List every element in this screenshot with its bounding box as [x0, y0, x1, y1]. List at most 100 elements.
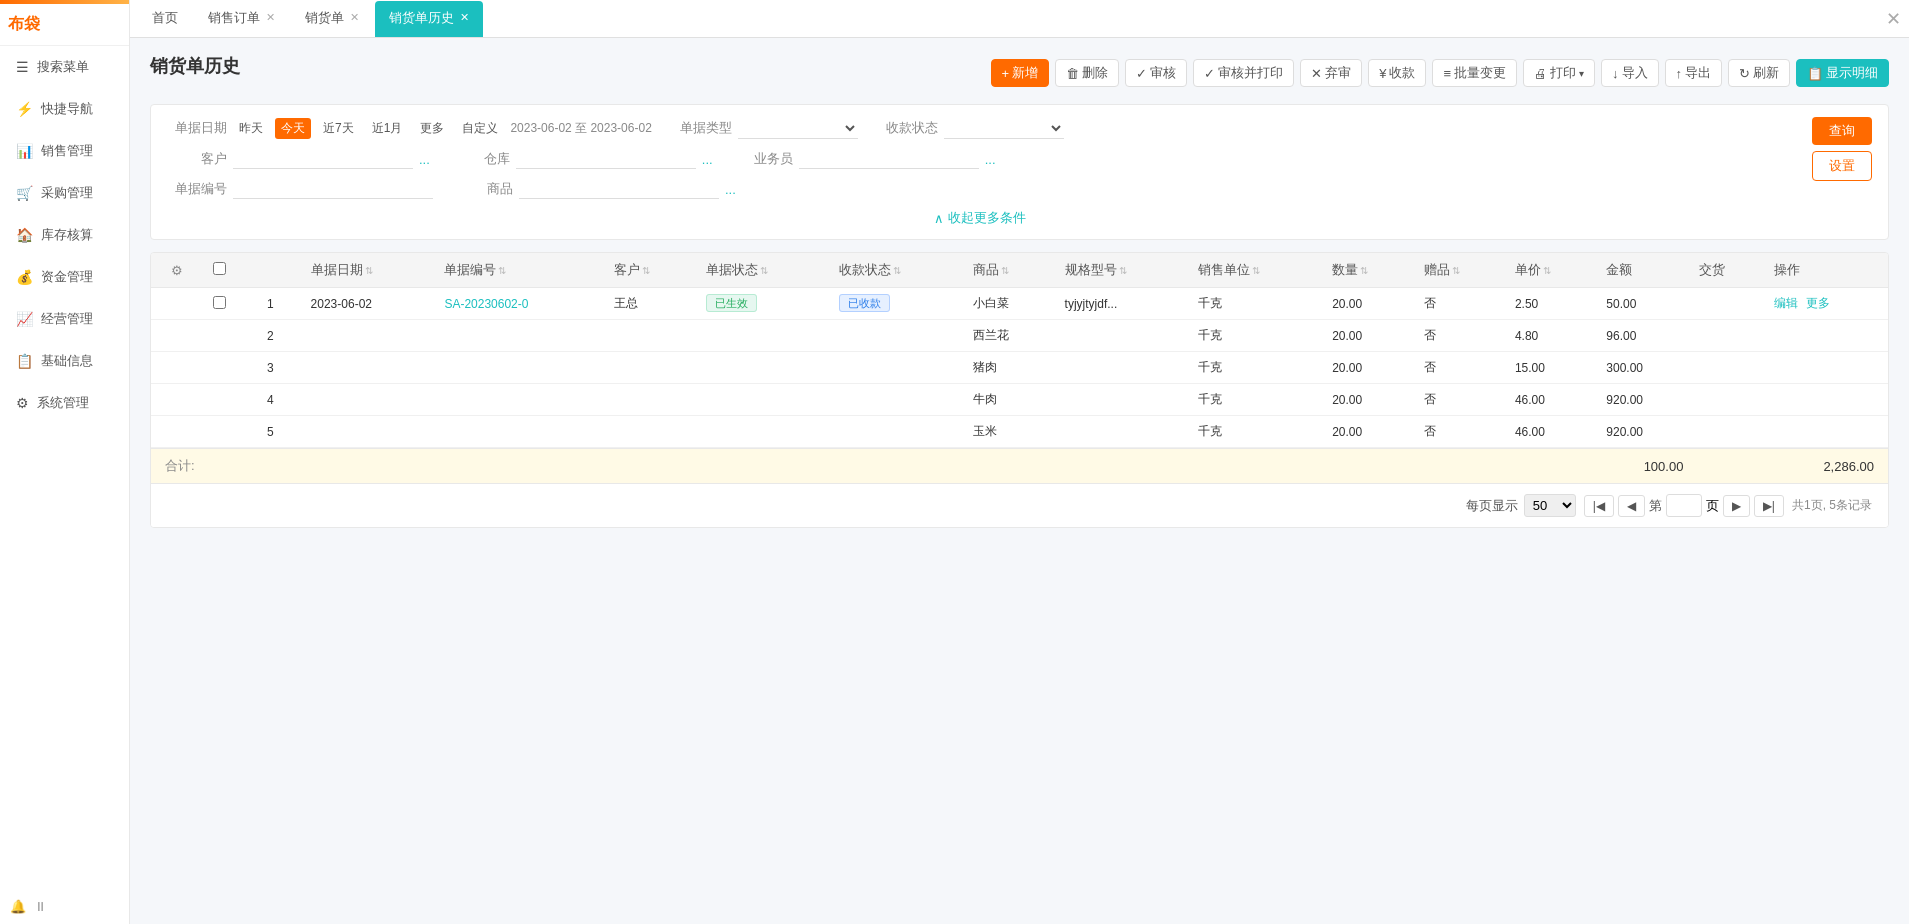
page-input[interactable]: 1 — [1666, 494, 1702, 517]
sidebar-item-search-menu[interactable]: ☰ 搜索菜单 — [0, 46, 129, 88]
col-gift[interactable]: 赠品⇅ — [1414, 253, 1505, 288]
col-settings[interactable]: ⚙ — [151, 253, 203, 288]
tab-sales-order[interactable]: 销售订单 ✕ — [194, 1, 289, 37]
gear-icon[interactable]: ⚙ — [171, 263, 183, 278]
col-unit[interactable]: 销售单位⇅ — [1188, 253, 1322, 288]
col-rowno — [257, 253, 301, 288]
date-btn-today[interactable]: 今天 — [275, 118, 311, 139]
date-btn-more[interactable]: 更多 — [414, 118, 450, 139]
warehouse-input[interactable] — [516, 149, 696, 169]
more-link[interactable]: 更多 — [1806, 295, 1830, 312]
col-qty[interactable]: 数量⇅ — [1322, 253, 1413, 288]
last-page-btn[interactable]: ▶| — [1754, 495, 1784, 517]
col-trade: 交货 — [1689, 253, 1764, 288]
row-checkbox[interactable] — [213, 296, 226, 309]
customer-dots[interactable]: ... — [419, 152, 430, 167]
date-btn-1month[interactable]: 近1月 — [366, 118, 409, 139]
col-doc-no[interactable]: 单据编号⇅ — [434, 253, 604, 288]
row-unit: 千克 — [1188, 288, 1322, 320]
sidebar-item-inventory[interactable]: 🏠 库存核算 — [0, 214, 129, 256]
row-settings — [151, 416, 203, 448]
collect-button[interactable]: ¥ 收款 — [1368, 59, 1426, 87]
filter-goods: 商品 ... — [453, 179, 736, 199]
settings-button[interactable]: 设置 — [1812, 151, 1872, 181]
import-button[interactable]: ↓ 导入 — [1601, 59, 1659, 87]
row-doc-no[interactable] — [434, 384, 604, 416]
print-button[interactable]: 🖨 打印 ▾ — [1523, 59, 1595, 87]
footer-label: 合计: — [165, 457, 195, 475]
doc-type-select[interactable] — [738, 117, 858, 139]
date-btn-yesterday[interactable]: 昨天 — [233, 118, 269, 139]
col-goods[interactable]: 商品⇅ — [963, 253, 1054, 288]
sidebar-item-quick-nav[interactable]: ⚡ 快捷导航 — [0, 88, 129, 130]
prev-page-btn[interactable]: ◀ — [1618, 495, 1645, 517]
batch-change-button[interactable]: ≡ 批量变更 — [1432, 59, 1517, 87]
close-all-tabs[interactable]: ✕ — [1886, 8, 1901, 30]
customer-input[interactable] — [233, 149, 413, 169]
tab-home[interactable]: 首页 — [138, 1, 192, 37]
sidebar-item-finance-mgmt[interactable]: 💰 资金管理 — [0, 256, 129, 298]
filter-salesperson: 业务员 ... — [733, 149, 996, 169]
goods-dots[interactable]: ... — [725, 182, 736, 197]
page-size-select[interactable]: 50 100 200 — [1524, 494, 1576, 517]
col-spec[interactable]: 规格型号⇅ — [1055, 253, 1189, 288]
tab-delivery-close[interactable]: ✕ — [350, 11, 359, 24]
page-size: 每页显示 50 100 200 — [1466, 494, 1576, 517]
tab-delivery-history[interactable]: 销货单历史 ✕ — [375, 1, 483, 37]
row-goods: 牛肉 — [963, 384, 1054, 416]
row-gift: 否 — [1414, 384, 1505, 416]
row-doc-no[interactable] — [434, 352, 604, 384]
doc-no-input[interactable] — [233, 179, 433, 199]
date-range-text: 2023-06-02 至 2023-06-02 — [510, 120, 651, 137]
export-button[interactable]: ↑ 导出 — [1665, 59, 1723, 87]
sidebar-item-sales-mgmt[interactable]: 📊 销售管理 — [0, 130, 129, 172]
warehouse-dots[interactable]: ... — [702, 152, 713, 167]
date-btn-7days[interactable]: 近7天 — [317, 118, 360, 139]
abandon-button[interactable]: ✕ 弃审 — [1300, 59, 1362, 87]
show-detail-button[interactable]: 📋 显示明细 — [1796, 59, 1889, 87]
sidebar-bottom-icon2[interactable]: ⏸ — [34, 899, 47, 914]
sidebar-item-sys-mgmt[interactable]: ⚙ 系统管理 — [0, 382, 129, 424]
row-doc-date: 2023-06-02 — [301, 288, 435, 320]
table-header-row: ⚙ 单据日期⇅ 单据编号⇅ 客户⇅ 单据状态⇅ 收款状态⇅ 商品⇅ 规格型号⇅ … — [151, 253, 1888, 288]
goods-input[interactable] — [519, 179, 719, 199]
sidebar-item-basic-info[interactable]: 📋 基础信息 — [0, 340, 129, 382]
tab-sales-order-close[interactable]: ✕ — [266, 11, 275, 24]
col-unit-price[interactable]: 单价⇅ — [1505, 253, 1596, 288]
query-button[interactable]: 查询 — [1812, 117, 1872, 145]
next-page-btn[interactable]: ▶ — [1723, 495, 1750, 517]
audit-print-button[interactable]: ✓ 审核并打印 — [1193, 59, 1294, 87]
salesperson-dots[interactable]: ... — [985, 152, 996, 167]
row-customer — [604, 384, 695, 416]
row-unit: 千克 — [1188, 416, 1322, 448]
new-button[interactable]: + 新增 — [991, 59, 1050, 87]
tab-delivery-history-close[interactable]: ✕ — [460, 11, 469, 24]
col-collect-status[interactable]: 收款状态⇅ — [829, 253, 963, 288]
col-customer[interactable]: 客户⇅ — [604, 253, 695, 288]
date-label: 单据日期 — [167, 119, 227, 137]
sidebar-item-label: 系统管理 — [37, 394, 89, 412]
audit-button[interactable]: ✓ 审核 — [1125, 59, 1187, 87]
date-btn-custom[interactable]: 自定义 — [456, 118, 504, 139]
sort-icon-spec: ⇅ — [1119, 265, 1127, 276]
row-doc-no[interactable] — [434, 416, 604, 448]
sidebar-item-ops-mgmt[interactable]: 📈 经营管理 — [0, 298, 129, 340]
col-amount: 金额 — [1596, 253, 1689, 288]
sidebar-bottom-icon1[interactable]: 🔔 — [10, 899, 26, 914]
first-page-btn[interactable]: |◀ — [1584, 495, 1614, 517]
edit-link[interactable]: 编辑 — [1774, 295, 1798, 312]
tab-delivery[interactable]: 销货单 ✕ — [291, 1, 373, 37]
salesperson-input[interactable] — [799, 149, 979, 169]
new-icon: + — [1002, 66, 1010, 81]
delete-button[interactable]: 🗑 删除 — [1055, 59, 1119, 87]
collapse-btn[interactable]: ∧ 收起更多条件 — [934, 209, 1026, 227]
collect-status-select[interactable] — [944, 117, 1064, 139]
row-doc-no[interactable]: SA-20230602-0 — [434, 288, 604, 320]
checkbox-all[interactable] — [213, 262, 226, 275]
doc-no-link[interactable]: SA-20230602-0 — [444, 297, 528, 311]
refresh-button[interactable]: ↻ 刷新 — [1728, 59, 1790, 87]
col-doc-date[interactable]: 单据日期⇅ — [301, 253, 435, 288]
row-doc-no[interactable] — [434, 320, 604, 352]
sidebar-item-purchase-mgmt[interactable]: 🛒 采购管理 — [0, 172, 129, 214]
col-doc-status[interactable]: 单据状态⇅ — [696, 253, 830, 288]
